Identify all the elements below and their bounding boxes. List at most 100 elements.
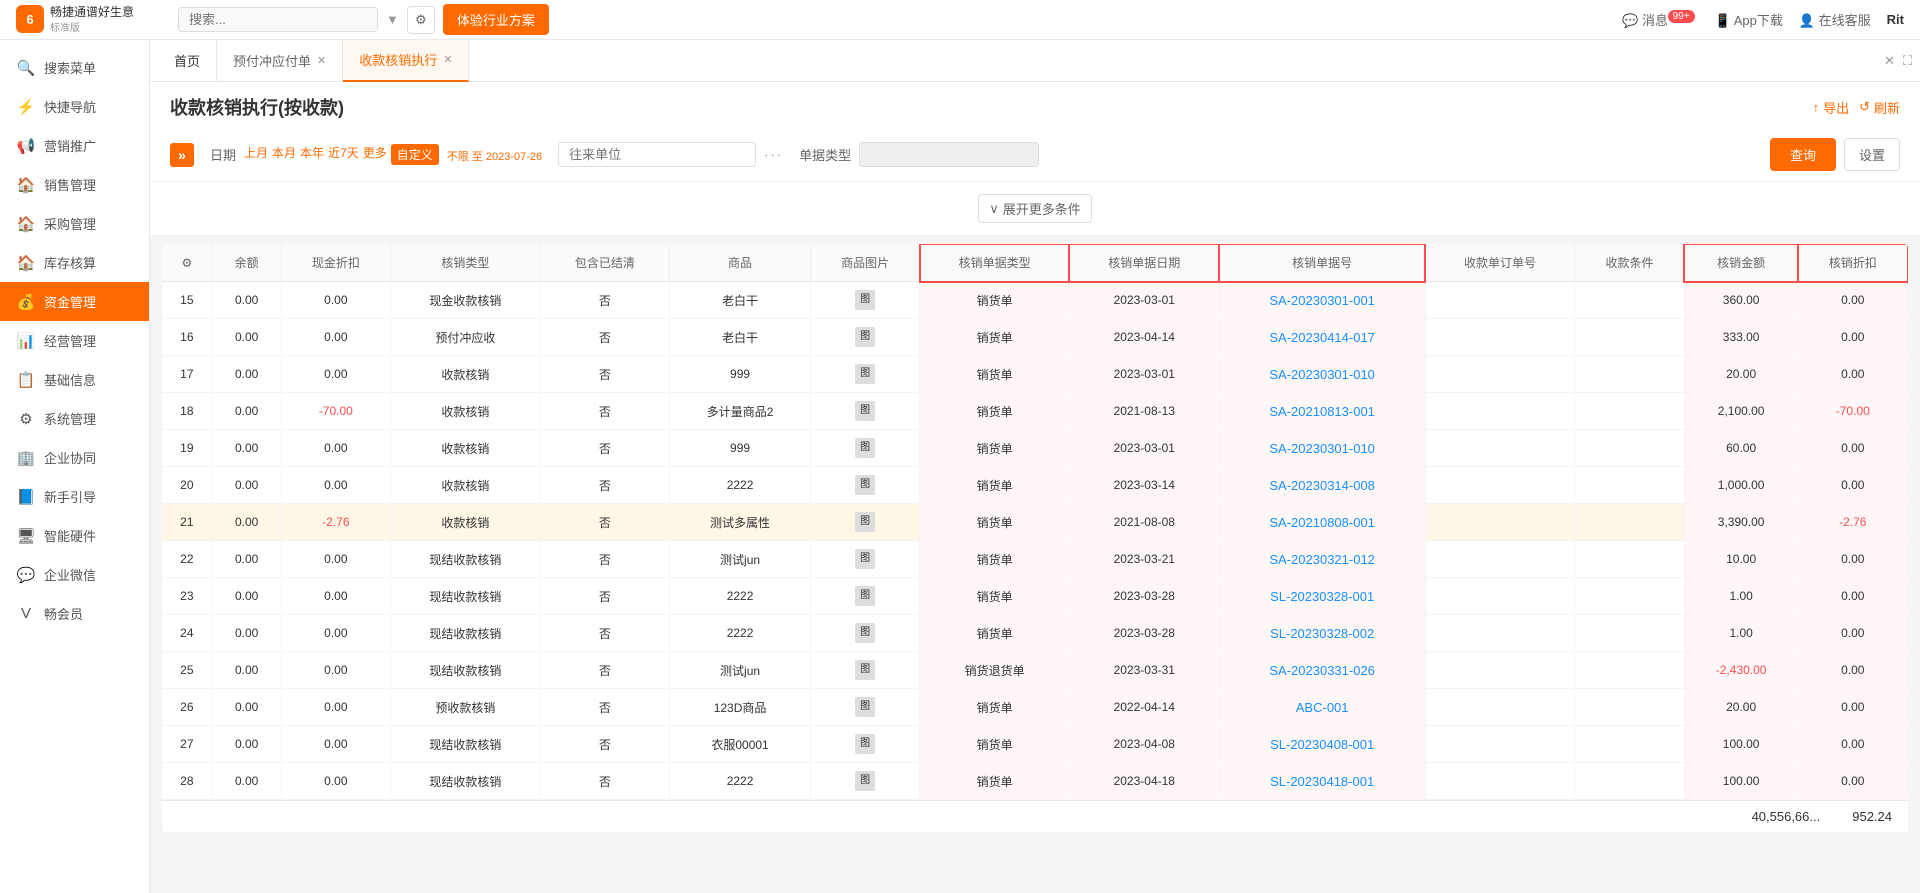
app-download-button[interactable]: 📱 App下载 [1715,10,1783,29]
sidebar-item-quick-nav[interactable]: ⚡ 快捷导航 [0,87,149,126]
cell-verify-bill-no[interactable]: SA-20230301-010 [1219,430,1425,467]
cell-verify-discount: 0.00 [1798,578,1907,615]
table-row: 19 0.00 0.00 收款核销 否 999 图 销货单 2023-03-01… [162,430,1908,467]
cell-include-settled: 否 [540,726,670,763]
cell-include-settled: 否 [540,763,670,800]
sidebar-item-finance[interactable]: 💰 资金管理 [0,282,149,321]
cell-verify-bill-no[interactable]: SA-20210813-001 [1219,393,1425,430]
cell-include-settled: 否 [540,615,670,652]
sidebar-item-hardware[interactable]: 🖥 智能硬件 [0,516,149,555]
cell-verify-bill-no[interactable]: SL-20230418-001 [1219,763,1425,800]
settings-button[interactable]: 设置 [1844,138,1900,171]
col-goods: 商品 [670,244,811,282]
footer-verify-discount: 952.24 [1852,809,1892,824]
cell-receipt-condition [1575,689,1684,726]
cell-cash-discount: 0.00 [281,578,390,615]
cell-balance: 0.00 [212,356,281,393]
date-more[interactable]: 更多 [363,144,387,165]
sidebar-item-inventory[interactable]: 🏠 库存核算 [0,243,149,282]
cell-verify-amount: 1,000.00 [1684,467,1798,504]
cell-cash-discount: 0.00 [281,430,390,467]
cell-no: 19 [162,430,212,467]
trial-button[interactable]: 体验行业方案 [443,4,549,35]
cell-verify-bill-no[interactable]: SA-20230321-012 [1219,541,1425,578]
tab-prepay[interactable]: 预付冲应付单 ✕ [217,40,343,82]
table-row: 23 0.00 0.00 现结收款核销 否 2222 图 销货单 2023-03… [162,578,1908,615]
cell-verify-amount: -2,430.00 [1684,652,1798,689]
cell-verify-bill-no[interactable]: SA-20230331-026 [1219,652,1425,689]
cell-verify-bill-no[interactable]: SL-20230328-001 [1219,578,1425,615]
cell-verify-discount: 0.00 [1798,615,1907,652]
sidebar-item-marketing[interactable]: 📢 营销推广 [0,126,149,165]
sidebar-item-business[interactable]: 📊 经营管理 [0,321,149,360]
online-service-button[interactable]: 👤 在线客服 [1799,10,1871,29]
cell-verify-amount: 100.00 [1684,726,1798,763]
partner-input[interactable] [558,142,756,167]
tab-receipt-exec[interactable]: 收款核销执行 ✕ [343,40,469,82]
cell-verify-bill-no[interactable]: SA-20230301-010 [1219,356,1425,393]
sidebar-item-search-menu[interactable]: 🔍 搜索菜单 [0,48,149,87]
tab-prepay-close[interactable]: ✕ [317,54,326,67]
cell-receipt-condition [1575,504,1684,541]
sidebar-item-system[interactable]: ⚙ 系统管理 [0,399,149,438]
messages-button[interactable]: 💬 消息 99+ [1622,10,1698,29]
date-7days[interactable]: 近7天 [328,144,359,165]
cell-goods-img: 图 [810,615,919,652]
cell-verify-amount: 10.00 [1684,541,1798,578]
logo-icon: 6 [16,5,44,33]
cell-verify-discount: -2.76 [1798,504,1907,541]
cell-receipt-order-no [1425,541,1575,578]
filter-partner-group: ··· [558,142,783,167]
cell-receipt-condition [1575,430,1684,467]
search-input[interactable] [178,7,378,32]
date-custom[interactable]: 自定义 [391,144,439,165]
col-verify-bill-date: 核销单据日期 [1069,244,1219,282]
date-prev-month[interactable]: 上月 [244,144,268,165]
refresh-button[interactable]: ↺ 刷新 [1859,98,1900,117]
cell-verify-bill-no[interactable]: SA-20230314-008 [1219,467,1425,504]
dropdown-arrow-icon[interactable]: ▼ [386,12,399,27]
cell-verify-bill-no[interactable]: SA-20210808-001 [1219,504,1425,541]
sidebar-item-purchase[interactable]: 🏠 采购管理 [0,204,149,243]
date-curr-year[interactable]: 本年 [300,144,324,165]
cell-receipt-condition [1575,578,1684,615]
tab-receipt-exec-close[interactable]: ✕ [443,53,452,66]
cell-verify-bill-no[interactable]: SA-20230414-017 [1219,319,1425,356]
sidebar-item-corp[interactable]: 🏢 企业协同 [0,438,149,477]
member-icon: V [16,605,36,622]
cell-verify-bill-date: 2023-03-31 [1069,652,1219,689]
tab-close-all-icon[interactable]: ✕ [1884,53,1895,69]
col-verify-amount: 核销金额 [1684,244,1798,282]
tab-maximize-icon[interactable]: ⛶ [1903,53,1912,69]
tab-home[interactable]: 首页 [158,40,217,82]
query-button[interactable]: 查询 [1770,138,1836,171]
cell-verify-bill-no[interactable]: SL-20230328-002 [1219,615,1425,652]
col-verify-bill-type: 核销单据类型 [920,244,1070,282]
bill-type-select[interactable] [859,142,1039,167]
sidebar-item-wechat[interactable]: 💬 企业微信 [0,555,149,594]
export-button[interactable]: ↑ 导出 [1813,98,1850,117]
cell-verify-bill-no[interactable]: SA-20230301-001 [1219,282,1425,319]
sidebar-item-member[interactable]: V 畅会员 [0,594,149,633]
cell-verify-bill-date: 2022-04-14 [1069,689,1219,726]
filter-expand-button[interactable]: » [170,143,194,167]
cell-balance: 0.00 [212,504,281,541]
cell-verify-bill-type: 销货单 [920,726,1070,763]
col-balance: 余额 [212,244,281,282]
date-curr-month[interactable]: 本月 [272,144,296,165]
cell-cash-discount: 0.00 [281,467,390,504]
sidebar-item-sales[interactable]: 🏠 销售管理 [0,165,149,204]
cell-verify-bill-no[interactable]: SL-20230408-001 [1219,726,1425,763]
partner-dots[interactable]: ··· [764,147,783,162]
expand-more-button[interactable]: ∨ 展开更多条件 [978,194,1092,223]
cell-receipt-condition [1575,282,1684,319]
bill-type-label: 单据类型 [799,145,851,164]
search-area: ▼ ⚙ 体验行业方案 [178,4,1610,35]
cell-verify-bill-no[interactable]: ABC-001 [1219,689,1425,726]
logo-sub: 标准版 [50,19,134,34]
sidebar-item-basic[interactable]: 📋 基础信息 [0,360,149,399]
sidebar-item-guide[interactable]: 📘 新手引导 [0,477,149,516]
cell-goods-img: 图 [810,726,919,763]
filter-bill-type-group: 单据类型 [799,142,1039,167]
gear-button[interactable]: ⚙ [407,6,435,34]
